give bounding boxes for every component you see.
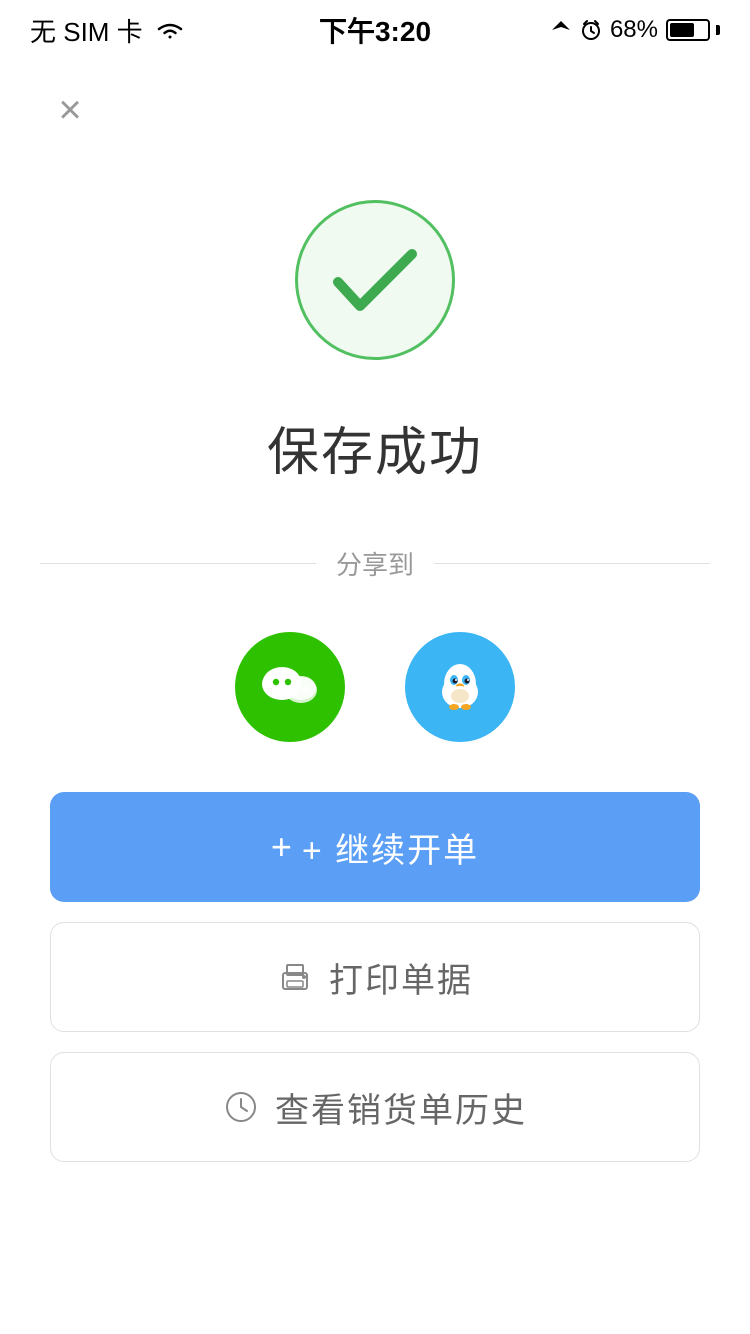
share-label: 分享到: [336, 545, 414, 582]
battery-icon: [666, 19, 720, 41]
continue-button[interactable]: + + 继续开单: [50, 792, 700, 902]
success-title: 保存成功: [267, 410, 483, 485]
divider-right: [434, 563, 710, 564]
status-left: 无 SIM 卡: [30, 12, 185, 49]
status-time: 下午3:20: [319, 10, 431, 50]
success-area: 保存成功: [40, 200, 710, 485]
plus-icon: +: [271, 829, 294, 865]
status-right: 68%: [550, 16, 720, 44]
print-label: 打印单据: [329, 953, 473, 1002]
print-button[interactable]: 打印单据: [50, 922, 700, 1032]
print-icon: [277, 959, 313, 995]
qq-icon: [425, 652, 495, 722]
share-section: 分享到: [40, 545, 710, 742]
close-button[interactable]: ×: [40, 80, 100, 140]
history-icon: [223, 1089, 259, 1125]
checkmark-icon: [330, 244, 420, 316]
wifi-icon: [155, 19, 185, 41]
location-icon: [550, 19, 572, 41]
share-icons: [40, 632, 710, 742]
wechat-share-button[interactable]: [235, 632, 345, 742]
history-label: 查看销货单历史: [275, 1083, 527, 1132]
main-content: × 保存成功 分享到: [0, 60, 750, 1182]
continue-label: + 继续开单: [302, 823, 479, 872]
alarm-icon: [580, 19, 602, 41]
history-button[interactable]: 查看销货单历史: [50, 1052, 700, 1162]
divider-left: [40, 563, 316, 564]
qq-share-button[interactable]: [405, 632, 515, 742]
share-divider: 分享到: [40, 545, 710, 582]
sim-status: 无 SIM 卡: [30, 12, 143, 49]
action-buttons: + + 继续开单 打印单据 查看销货单历史: [40, 792, 710, 1162]
status-bar: 无 SIM 卡 下午3:20 68%: [0, 0, 750, 60]
battery-percent: 68%: [610, 16, 658, 44]
close-icon: ×: [58, 90, 81, 130]
wechat-icon: [255, 652, 325, 722]
success-circle: [295, 200, 455, 360]
